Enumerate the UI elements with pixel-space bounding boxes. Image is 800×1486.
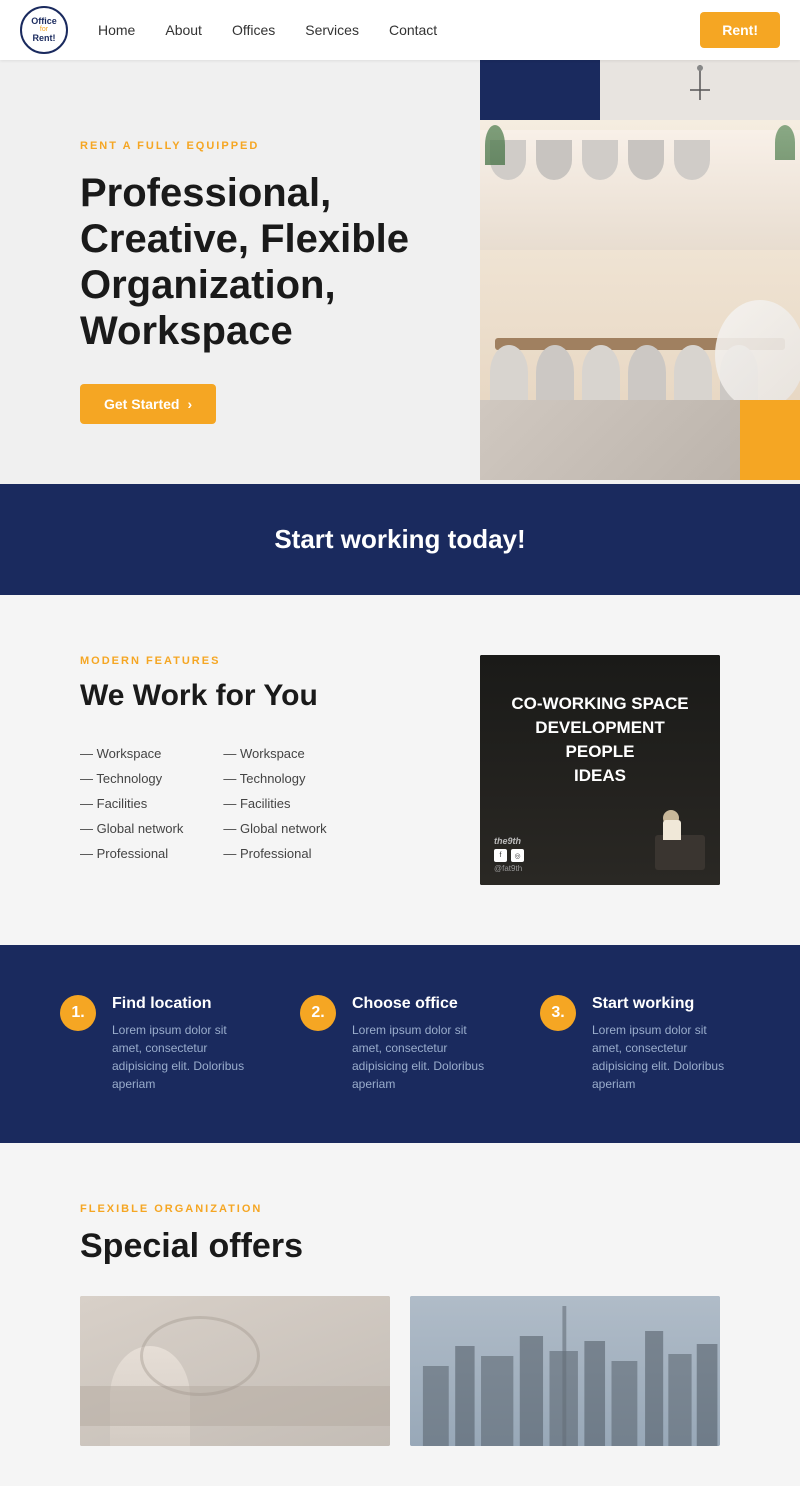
nav-offices[interactable]: Offices xyxy=(232,22,275,38)
step-1: 1. Find location Lorem ipsum dolor sit a… xyxy=(60,995,260,1093)
lamp-icon xyxy=(670,60,730,120)
features-title: We Work for You xyxy=(80,679,420,713)
get-started-label: Get Started xyxy=(104,396,179,412)
offer-image-2 xyxy=(410,1296,720,1446)
features-section: MODERN FEATURES We Work for You Workspac… xyxy=(0,595,800,945)
step-2-title: Choose office xyxy=(352,995,500,1013)
features-coworking-image: CO-WORKING SPACEDEVELOPMENTPEOPLEIDEAS t… xyxy=(480,655,720,885)
nav-links: Home About Offices Services Contact xyxy=(98,22,700,38)
coworking-mock: CO-WORKING SPACEDEVELOPMENTPEOPLEIDEAS t… xyxy=(480,655,720,885)
list-item: Facilities xyxy=(223,791,326,816)
steps-section: 1. Find location Lorem ipsum dolor sit a… xyxy=(0,945,800,1143)
step-2-content: Choose office Lorem ipsum dolor sit amet… xyxy=(352,995,500,1093)
offer-image-1 xyxy=(80,1296,390,1446)
hero-bottom-photo xyxy=(480,400,740,480)
list-item: Workspace xyxy=(223,741,326,766)
banner-text: Start working today! xyxy=(274,524,525,554)
hero-main-photo xyxy=(480,120,800,400)
offers-section: FLEXIBLE ORGANIZATION Special offers xyxy=(0,1143,800,1486)
coworking-heading: CO-WORKING SPACEDEVELOPMENTPEOPLEIDEAS xyxy=(511,692,688,787)
offers-images xyxy=(80,1296,720,1446)
list-item: Global network xyxy=(80,816,183,841)
hero-subtitle: RENT A FULLY EQUIPPED xyxy=(80,140,430,152)
step-3-number: 3. xyxy=(540,995,576,1031)
features-list-col2: Workspace Technology Facilities Global n… xyxy=(223,741,326,866)
step-1-content: Find location Lorem ipsum dolor sit amet… xyxy=(112,995,260,1093)
step-1-title: Find location xyxy=(112,995,260,1013)
hero-content: RENT A FULLY EQUIPPED Professional,Creat… xyxy=(0,60,480,484)
city-skyline-icon xyxy=(410,1296,720,1446)
nav-about[interactable]: About xyxy=(165,22,202,38)
orange-accent-block xyxy=(740,400,800,480)
list-item: Technology xyxy=(80,766,183,791)
list-item: Professional xyxy=(80,841,183,866)
person-figure xyxy=(655,835,705,870)
list-item: Facilities xyxy=(80,791,183,816)
rent-button[interactable]: Rent! xyxy=(700,12,780,48)
offers-tag: FLEXIBLE ORGANIZATION xyxy=(80,1203,720,1215)
list-item: Professional xyxy=(223,841,326,866)
office-scene xyxy=(480,120,800,400)
lamp-area xyxy=(600,60,800,120)
hero-images xyxy=(480,60,800,484)
list-item: Global network xyxy=(223,816,326,841)
features-content: MODERN FEATURES We Work for You Workspac… xyxy=(80,655,420,885)
step-3: 3. Start working Lorem ipsum dolor sit a… xyxy=(540,995,740,1093)
step-1-number: 1. xyxy=(60,995,96,1031)
offers-title: Special offers xyxy=(80,1227,720,1266)
step-3-title: Start working xyxy=(592,995,740,1013)
nav-contact[interactable]: Contact xyxy=(389,22,437,38)
coworking-brand: the9th f ◎ @fat9th xyxy=(494,836,524,873)
hero-title: Professional,Creative, FlexibleOrganizat… xyxy=(80,170,430,354)
list-item: Workspace xyxy=(80,741,183,766)
hero-bottom-row xyxy=(480,400,800,480)
hero-section: RENT A FULLY EQUIPPED Professional,Creat… xyxy=(0,60,800,484)
features-tag: MODERN FEATURES xyxy=(80,655,420,667)
step-2: 2. Choose office Lorem ipsum dolor sit a… xyxy=(300,995,500,1093)
logo[interactable]: Office for Rent! xyxy=(20,6,68,54)
step-2-desc: Lorem ipsum dolor sit amet, consectetur … xyxy=(352,1021,500,1093)
step-3-content: Start working Lorem ipsum dolor sit amet… xyxy=(592,995,740,1093)
hero-top-row xyxy=(480,60,800,120)
navy-accent-block xyxy=(480,60,600,120)
step-3-desc: Lorem ipsum dolor sit amet, consectetur … xyxy=(592,1021,740,1093)
nav-home[interactable]: Home xyxy=(98,22,135,38)
arrow-icon: › xyxy=(187,396,192,412)
step-1-desc: Lorem ipsum dolor sit amet, consectetur … xyxy=(112,1021,260,1093)
logo-text-office: Office xyxy=(31,17,57,26)
features-lists: Workspace Technology Facilities Global n… xyxy=(80,741,420,866)
logo-text-rent: Rent! xyxy=(33,34,56,43)
get-started-button[interactable]: Get Started › xyxy=(80,384,216,424)
start-working-banner: Start working today! xyxy=(0,484,800,595)
navbar: Office for Rent! Home About Offices Serv… xyxy=(0,0,800,60)
nav-services[interactable]: Services xyxy=(305,22,359,38)
step-2-number: 2. xyxy=(300,995,336,1031)
social-handle: @fat9th xyxy=(494,864,524,873)
features-list-col1: Workspace Technology Facilities Global n… xyxy=(80,741,183,866)
list-item: Technology xyxy=(223,766,326,791)
